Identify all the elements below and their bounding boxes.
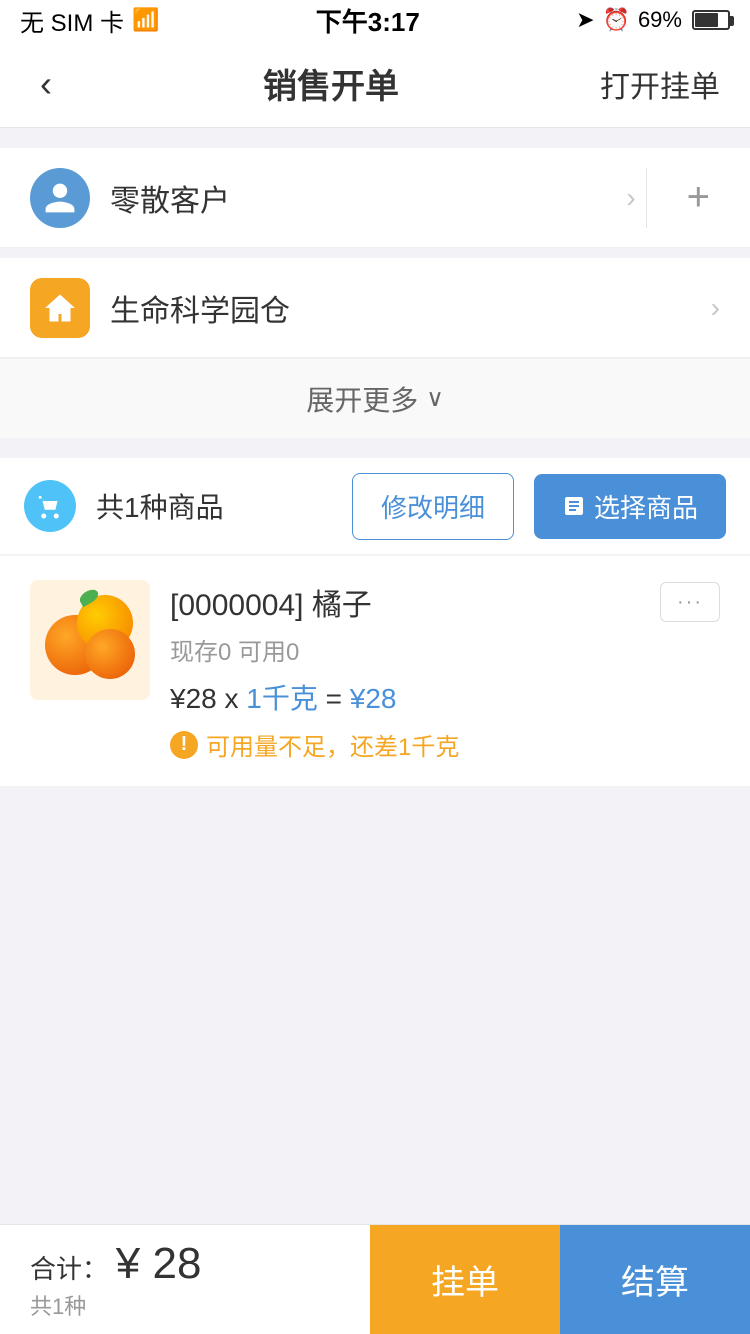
status-right: ➤ ⏰ 69% (576, 7, 730, 33)
product-name-row: [0000004] 橘子 ··· (170, 580, 720, 624)
warning-row: 可用量不足，还差1千克 (170, 727, 720, 762)
divider-mid (0, 248, 750, 258)
total-label: 合计： (30, 1254, 108, 1284)
product-card: [0000004] 橘子 ··· 现存0 可用0 ¥28 x 1千克 = ¥28… (0, 556, 750, 786)
divider-bottom (0, 438, 750, 458)
divider-top (0, 128, 750, 148)
alarm-icon: ⏰ (603, 7, 630, 33)
total-section: 合计： ¥ 28 共1种 (0, 1239, 370, 1321)
orange-illustration (35, 585, 145, 695)
edit-detail-button[interactable]: 修改明细 (352, 473, 514, 540)
checkout-button[interactable]: 结算 (560, 1225, 750, 1334)
product-stock: 现存0 可用0 (170, 632, 720, 667)
customer-row[interactable]: 零散客户 › + (0, 148, 750, 248)
expand-label: 展开更多 (306, 379, 418, 419)
warehouse-label: 生命科学园仓 (110, 286, 711, 330)
select-product-button[interactable]: 选择商品 (534, 474, 726, 539)
total-count: 共1种 (30, 1289, 340, 1321)
warehouse-icon (42, 290, 78, 326)
time-display: 下午3:17 (316, 2, 420, 39)
total-label-row: 合计： ¥ 28 (30, 1239, 340, 1289)
back-button[interactable]: ‹ (30, 53, 62, 115)
battery-text: 69% (638, 7, 682, 33)
product-count-text: 共1种商品 (96, 486, 332, 526)
expand-more-row[interactable]: 展开更多 ∨ (0, 358, 750, 438)
expand-arrow-icon: ∨ (426, 384, 444, 413)
customer-avatar (30, 168, 90, 228)
product-count-icon (24, 480, 76, 532)
select-product-label: 选择商品 (594, 488, 698, 525)
bottom-bar: 合计： ¥ 28 共1种 挂单 结算 (0, 1224, 750, 1334)
customer-section: 零散客户 › + (0, 148, 750, 248)
gray-fill-area (0, 786, 750, 1286)
customer-chevron: › (626, 182, 635, 214)
product-header: 共1种商品 修改明细 选择商品 (0, 458, 750, 554)
open-hold-button[interactable]: 打开挂单 (600, 62, 720, 106)
carrier-text: 无 SIM 卡 (20, 3, 124, 38)
product-price-row: ¥28 x 1千克 = ¥28 (170, 677, 720, 717)
person-icon (42, 180, 78, 216)
total-price: ¥28 (350, 683, 397, 714)
product-name-text: 橘子 (312, 589, 372, 622)
orange-3 (85, 629, 135, 679)
warning-text: 可用量不足，还差1千克 (206, 727, 459, 762)
warehouse-section: 生命科学园仓 › 展开更多 ∨ (0, 258, 750, 438)
location-icon: ➤ (576, 7, 594, 33)
multiply-symbol: x (225, 683, 247, 714)
price-unit: ¥28 (170, 683, 217, 714)
add-customer-button[interactable]: + (677, 165, 720, 230)
customer-label: 零散客户 (110, 176, 626, 220)
vertical-divider (646, 168, 647, 228)
warehouse-row[interactable]: 生命科学园仓 › (0, 258, 750, 358)
product-image (30, 580, 150, 700)
product-name: [0000004] 橘子 (170, 580, 372, 624)
hold-button[interactable]: 挂单 (370, 1225, 560, 1334)
product-info: [0000004] 橘子 ··· 现存0 可用0 ¥28 x 1千克 = ¥28… (170, 580, 720, 762)
page-title: 销售开单 (263, 59, 399, 108)
status-left: 无 SIM 卡 📶 (20, 3, 159, 38)
product-id: [0000004] (170, 589, 303, 622)
quantity-highlight: 1千克 (246, 683, 318, 714)
product-more-button[interactable]: ··· (660, 582, 720, 622)
warehouse-avatar (30, 278, 90, 338)
equals-symbol: = (326, 683, 350, 714)
wifi-icon: 📶 (132, 7, 159, 33)
total-amount: ¥ 28 (116, 1239, 202, 1288)
warning-icon (170, 731, 198, 759)
cart-icon (35, 491, 65, 521)
warehouse-chevron: › (711, 292, 720, 324)
status-bar: 无 SIM 卡 📶 下午3:17 ➤ ⏰ 69% (0, 0, 750, 40)
select-product-icon (562, 494, 586, 518)
product-card-inner: [0000004] 橘子 ··· 现存0 可用0 ¥28 x 1千克 = ¥28… (30, 580, 720, 762)
battery-icon (692, 10, 730, 30)
nav-bar: ‹ 销售开单 打开挂单 (0, 40, 750, 128)
